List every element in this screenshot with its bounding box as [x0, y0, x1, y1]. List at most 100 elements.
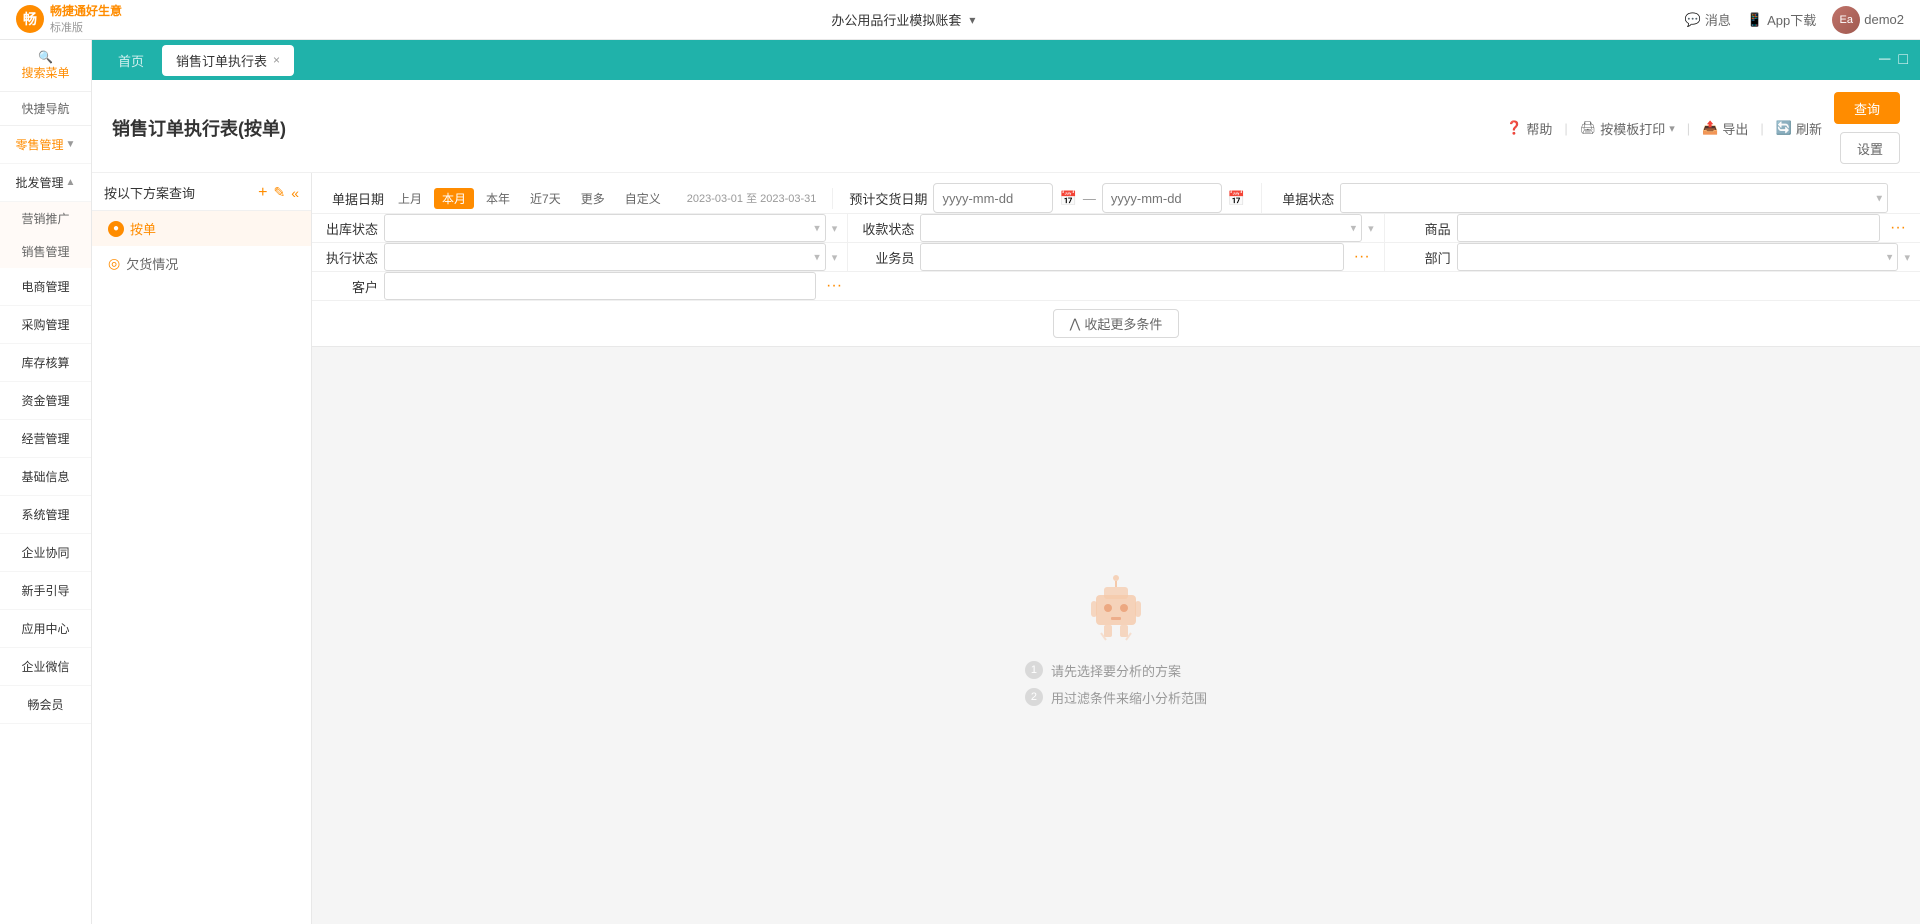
- header-center: 办公用品行业模拟账套 ▾: [831, 10, 975, 29]
- date-label: 单据日期: [328, 189, 384, 208]
- sidebar-quick-nav[interactable]: 快捷导航: [0, 92, 91, 126]
- delivery-status-select[interactable]: [384, 214, 826, 242]
- export-button[interactable]: 📤 导出: [1702, 119, 1748, 138]
- print-dropdown-icon[interactable]: ▾: [1669, 122, 1675, 135]
- dept-wrap: [1457, 243, 1899, 271]
- sidebar-item-ecommerce[interactable]: 电商管理: [0, 268, 91, 306]
- collapse-panel-icon[interactable]: «: [291, 185, 299, 201]
- sidebar-item-retail-label: 零售管理: [16, 136, 64, 153]
- customer-input[interactable]: [384, 272, 816, 300]
- salesperson-label: 业务员: [858, 248, 914, 267]
- exec-status-select[interactable]: [384, 243, 826, 271]
- left-panel: 按以下方案查询 + ✎ « ● 按单 ◎ 欠货情况: [92, 173, 312, 924]
- sidebar-item-purchase[interactable]: 采购管理: [0, 306, 91, 344]
- sidebar-item-wholesale-arrow: ▲: [66, 177, 76, 188]
- sidebar-item-newbie[interactable]: 新手引导: [0, 572, 91, 610]
- customer-more-icon[interactable]: ···: [822, 277, 846, 295]
- sidebar-sub-marketing[interactable]: 营销推广: [0, 202, 91, 235]
- sidebar-item-finance-label: 资金管理: [21, 392, 69, 409]
- sidebar-item-finance[interactable]: 资金管理: [0, 382, 91, 420]
- scheme-debt-label: 欠货情况: [126, 254, 178, 273]
- sidebar-item-wechat[interactable]: 企业微信: [0, 648, 91, 686]
- goods-more-icon[interactable]: ···: [1886, 219, 1910, 237]
- sidebar-sub-marketing-label: 营销推广: [21, 212, 69, 226]
- sidebar-search[interactable]: 🔍 搜索菜单: [0, 40, 91, 92]
- tab-home[interactable]: 首页: [104, 45, 158, 76]
- sidebar-item-retail[interactable]: 零售管理 ▼: [0, 126, 91, 164]
- left-panel-controls: + ✎ «: [258, 184, 299, 202]
- salesperson-input[interactable]: [920, 243, 1343, 271]
- expected-date-end[interactable]: [1102, 183, 1222, 213]
- sidebar-item-enterprise[interactable]: 企业协同: [0, 534, 91, 572]
- sidebar-item-member[interactable]: 畅会员: [0, 686, 91, 724]
- date-filter-group: 单据日期 上月 本月 本年 近7天 更多 自定义: [328, 188, 833, 209]
- sidebar-item-purchase-label: 采购管理: [21, 316, 69, 333]
- sidebar-quick-label: 快捷导航: [21, 102, 69, 116]
- app-download-action[interactable]: 📱 App下载: [1747, 10, 1816, 29]
- sidebar-item-inventory[interactable]: 库存核算: [0, 344, 91, 382]
- divider3: |: [1760, 121, 1763, 136]
- edit-scheme-icon[interactable]: ✎: [273, 184, 285, 201]
- salesperson-group: 业务员 ···: [848, 243, 1384, 271]
- sidebar-item-basic[interactable]: 基础信息: [0, 458, 91, 496]
- left-panel-header: 按以下方案查询 + ✎ «: [92, 183, 311, 211]
- exec-status-label: 执行状态: [322, 248, 378, 267]
- date-more[interactable]: 更多: [573, 188, 613, 209]
- query-button[interactable]: 查询: [1834, 92, 1900, 124]
- sidebar: 🔍 搜索菜单 快捷导航 零售管理 ▼ 批发管理 ▲ 营销推广 销售管理 电商管理: [0, 40, 92, 924]
- message-action[interactable]: 💬 消息: [1685, 10, 1731, 29]
- calendar-start-icon[interactable]: 📅: [1059, 190, 1076, 207]
- tab-max-icon[interactable]: □: [1898, 51, 1908, 69]
- tab-current[interactable]: 销售订单执行表 ×: [162, 45, 294, 76]
- user-avatar-action[interactable]: Ea demo2: [1832, 6, 1904, 34]
- calendar-end-icon[interactable]: 📅: [1228, 190, 1245, 207]
- sidebar-item-basic-label: 基础信息: [21, 468, 69, 485]
- scheme-item-debt[interactable]: ◎ 欠货情况: [92, 246, 311, 281]
- sidebar-item-operation[interactable]: 经营管理: [0, 420, 91, 458]
- customer-group: 客户 ···: [312, 272, 856, 300]
- payment-status-select[interactable]: [920, 214, 1362, 242]
- sidebar-item-appstore-label: 应用中心: [21, 620, 69, 637]
- expected-date-start[interactable]: [933, 183, 1053, 213]
- scheme-item-order[interactable]: ● 按单: [92, 211, 311, 246]
- dept-select[interactable]: [1457, 243, 1899, 271]
- date-current-month[interactable]: 本月: [434, 188, 474, 209]
- help-button[interactable]: ❓ 帮助: [1506, 119, 1552, 138]
- print-label: 按模板打印: [1600, 119, 1665, 138]
- print-icon: 🖨: [1580, 120, 1597, 136]
- sidebar-item-appstore[interactable]: 应用中心: [0, 610, 91, 648]
- sidebar-item-system[interactable]: 系统管理: [0, 496, 91, 534]
- add-scheme-icon[interactable]: +: [258, 184, 267, 202]
- expected-date-group: 预计交货日期 📅 — 📅: [833, 183, 1262, 213]
- filter-row-3: 执行状态 ▾ 业务员 ·: [312, 243, 1920, 272]
- sidebar-item-newbie-label: 新手引导: [21, 582, 69, 599]
- sidebar-item-wholesale[interactable]: 批发管理 ▲: [0, 164, 91, 202]
- divider1: |: [1564, 121, 1567, 136]
- settings-button[interactable]: 设置: [1840, 132, 1900, 164]
- scheme-order-icon: ●: [108, 221, 124, 237]
- header-dropdown-icon[interactable]: ▾: [969, 13, 975, 27]
- collapse-up-icon: ⋀: [1070, 316, 1081, 332]
- tab-min-icon[interactable]: ─: [1879, 51, 1890, 69]
- tab-close-icon[interactable]: ×: [273, 53, 280, 67]
- date-custom[interactable]: 自定义: [617, 188, 669, 209]
- tab-bar: 首页 销售订单执行表 × ─ □: [92, 40, 1920, 80]
- collapse-button[interactable]: ⋀ 收起更多条件: [1053, 309, 1180, 338]
- date-last-month[interactable]: 上月: [390, 188, 430, 209]
- salesperson-more-icon[interactable]: ···: [1350, 248, 1374, 266]
- date-range-display: 2023-03-01 至 2023-03-31: [687, 190, 817, 206]
- filter-row-2: 出库状态 ▾ 收款状态: [312, 214, 1920, 243]
- sidebar-item-system-label: 系统管理: [21, 506, 69, 523]
- payment-status-label: 收款状态: [858, 219, 914, 238]
- sidebar-item-wechat-label: 企业微信: [21, 658, 69, 675]
- order-status-select-wrap: ▾: [1340, 183, 1888, 213]
- order-status-select[interactable]: [1340, 183, 1888, 213]
- print-button[interactable]: 🖨 按模板打印 ▾: [1580, 119, 1675, 138]
- goods-input[interactable]: [1457, 214, 1880, 242]
- sidebar-sub-sales[interactable]: 销售管理: [0, 235, 91, 268]
- date-current-year[interactable]: 本年: [478, 188, 518, 209]
- help-icon: ❓: [1506, 120, 1522, 136]
- date-last-7[interactable]: 近7天: [522, 188, 569, 209]
- refresh-button[interactable]: 🔄 刷新: [1776, 119, 1822, 138]
- header-right: 💬 消息 📱 App下载 Ea demo2: [1685, 6, 1904, 34]
